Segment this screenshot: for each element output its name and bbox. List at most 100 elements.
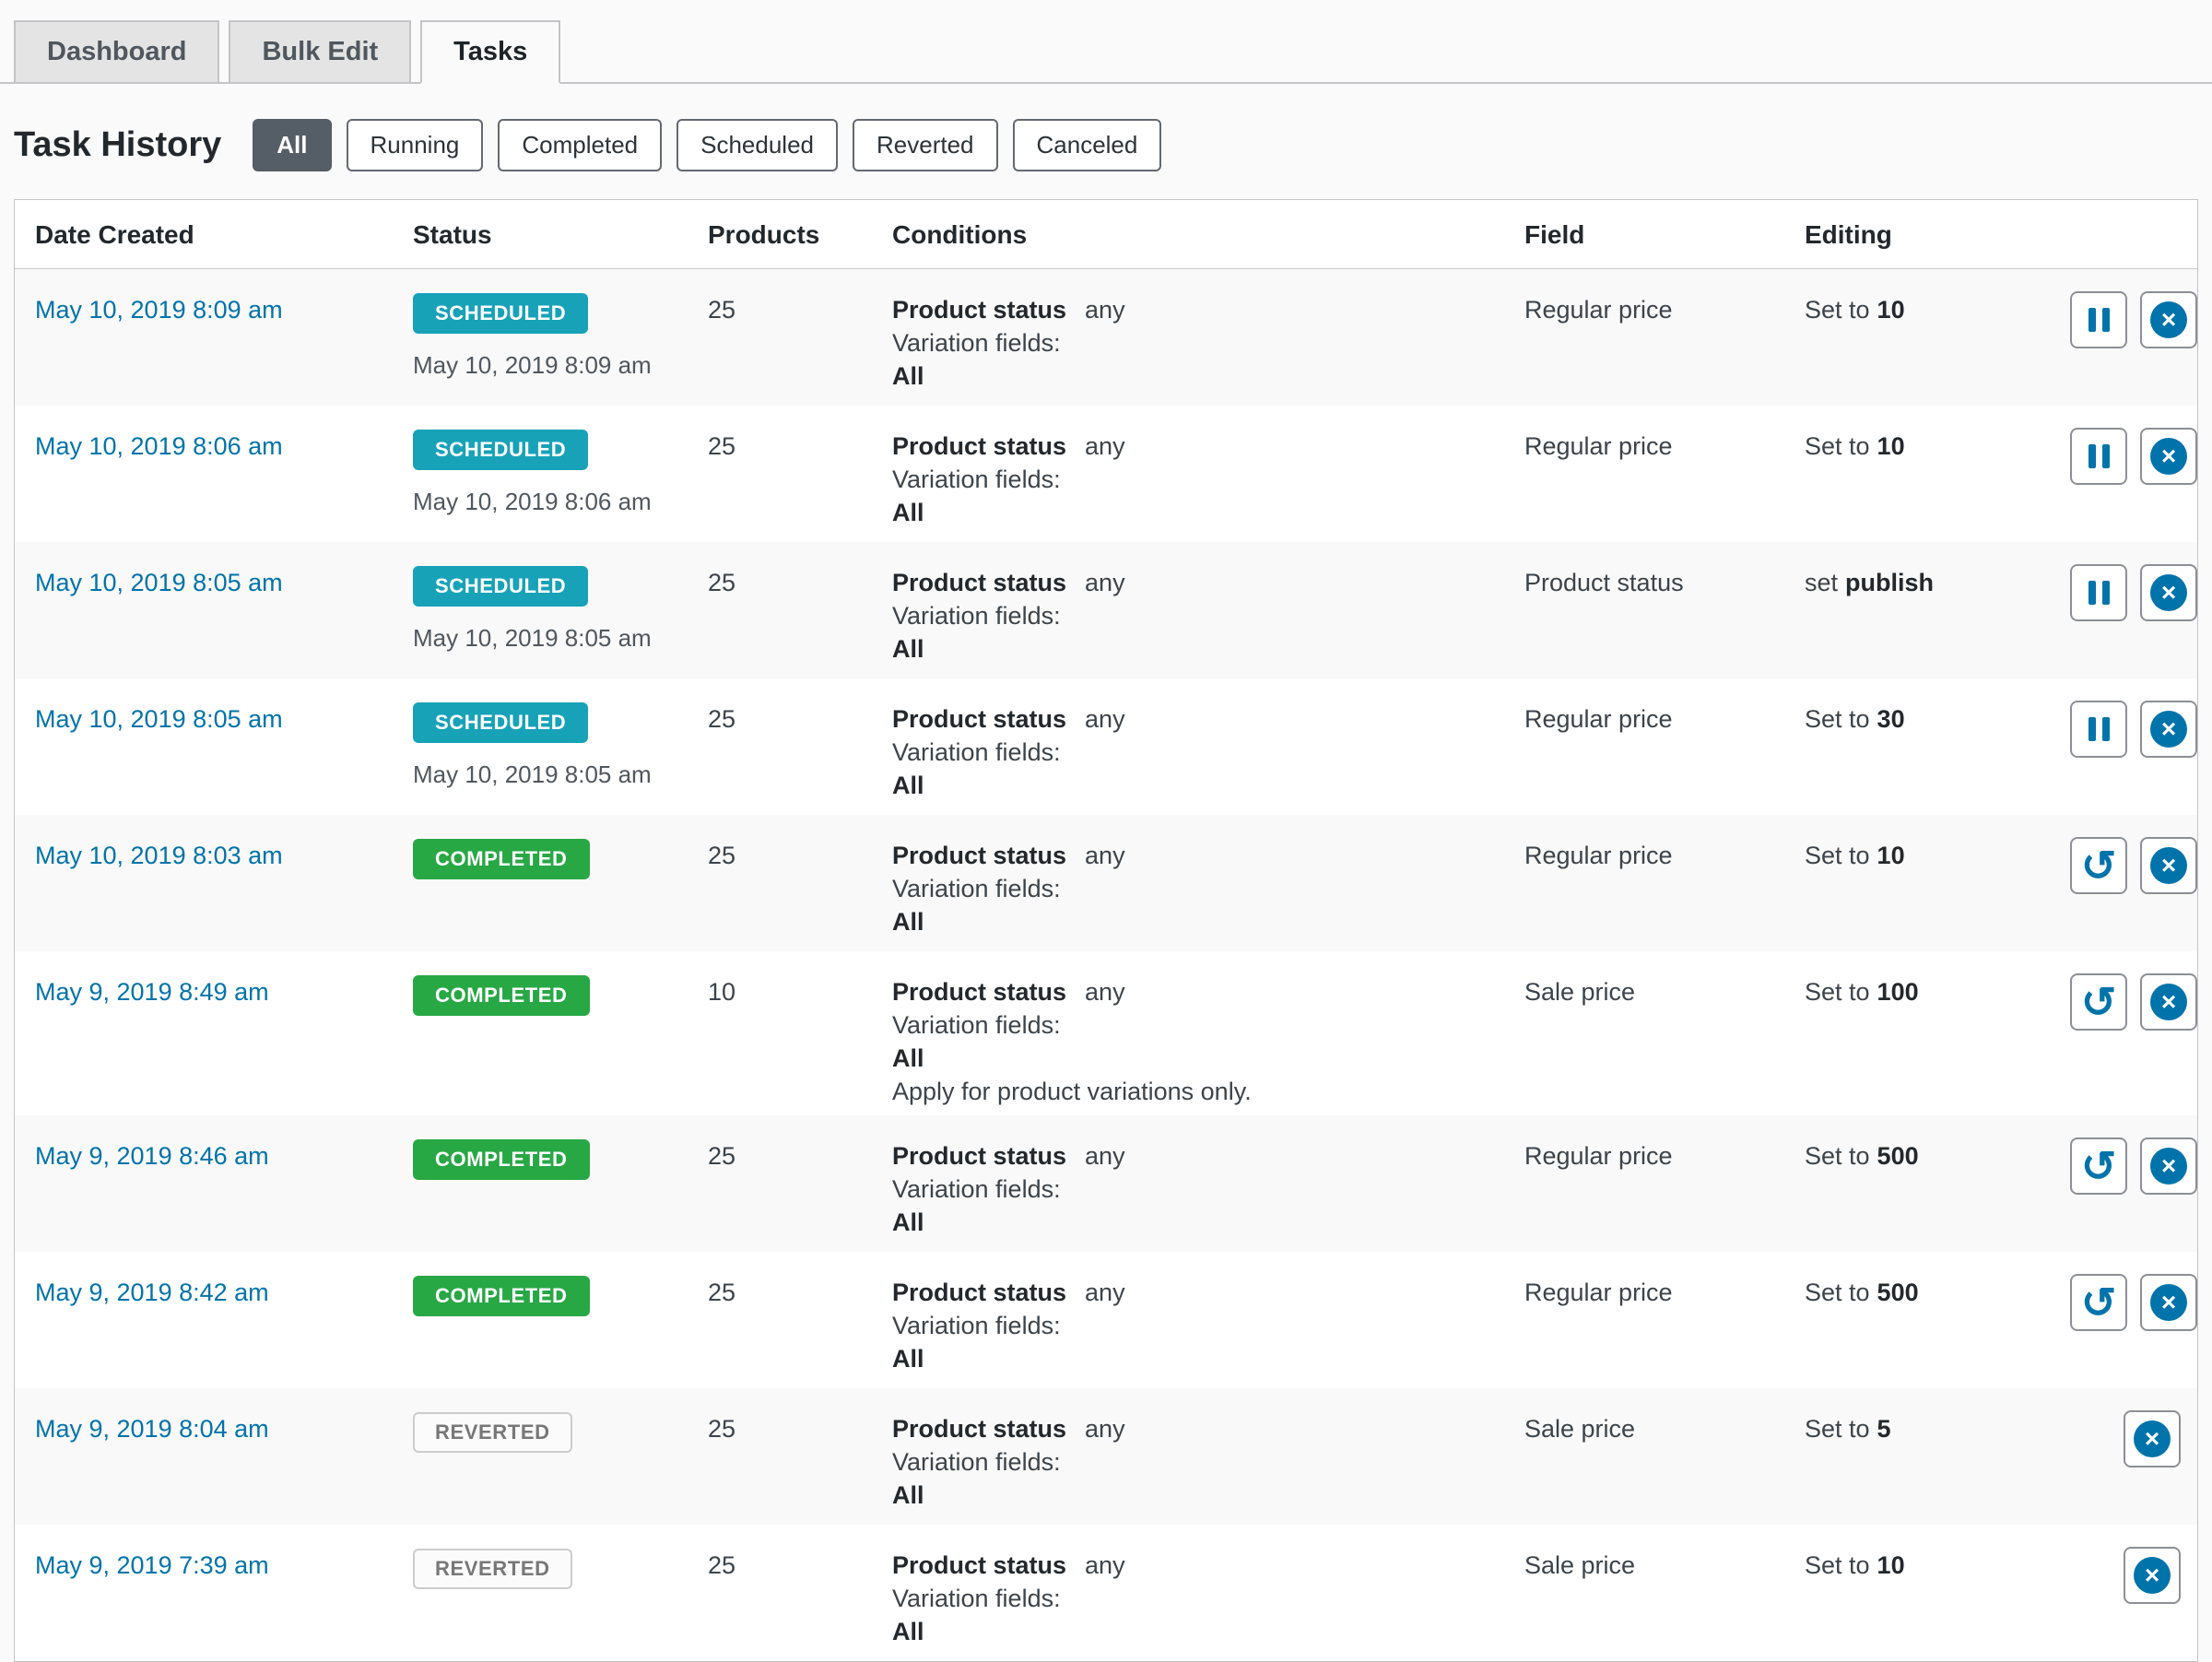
editing-cell: Set to 100 bbox=[1784, 951, 2070, 1016]
status-cell: SCHEDULED May 10, 2019 8:05 am bbox=[393, 542, 688, 662]
variation-fields-value: All bbox=[892, 772, 924, 799]
task-date-link[interactable]: May 10, 2019 8:05 am bbox=[35, 705, 283, 733]
revert-clock-icon: ↺ bbox=[2080, 1142, 2117, 1190]
variation-fields-label: Variation fields: bbox=[892, 1585, 1061, 1612]
task-date-link[interactable]: May 9, 2019 8:42 am bbox=[35, 1279, 269, 1306]
pause-button[interactable] bbox=[2070, 428, 2127, 485]
status-badge: REVERTED bbox=[413, 1549, 572, 1590]
condition-label: Product status bbox=[892, 705, 1067, 733]
cancel-circle-icon: × bbox=[2134, 1420, 2171, 1457]
editing-prefix: Set to bbox=[1805, 1415, 1870, 1443]
filter-reverted[interactable]: Reverted bbox=[853, 119, 998, 171]
pause-button[interactable] bbox=[2070, 701, 2127, 758]
cancel-circle-icon: × bbox=[2150, 711, 2187, 748]
task-row: May 10, 2019 8:05 am SCHEDULED May 10, 2… bbox=[15, 678, 2197, 815]
condition-label: Product status bbox=[892, 569, 1067, 596]
task-date-link[interactable]: May 9, 2019 7:39 am bbox=[35, 1551, 269, 1579]
filter-scheduled[interactable]: Scheduled bbox=[677, 119, 838, 171]
variation-fields-value: All bbox=[892, 908, 924, 936]
editing-value: 100 bbox=[1877, 978, 1919, 1006]
task-history-header: Task History All Running Completed Sched… bbox=[14, 119, 2198, 171]
products-cell: 25 bbox=[708, 1142, 736, 1170]
status-filters: All Running Completed Scheduled Reverted… bbox=[253, 119, 1162, 171]
cancel-button[interactable]: × bbox=[2140, 291, 2197, 348]
column-header-date-created: Date Created bbox=[35, 220, 194, 249]
tab-bar: Dashboard Bulk Edit Tasks bbox=[0, 0, 2212, 84]
cancel-button[interactable]: × bbox=[2140, 564, 2197, 621]
editing-prefix: set bbox=[1805, 569, 1839, 596]
date-created-cell: May 9, 2019 8:04 am bbox=[15, 1388, 393, 1453]
variation-fields-label: Variation fields: bbox=[892, 602, 1061, 630]
status-cell: REVERTED bbox=[393, 1525, 688, 1597]
revert-button[interactable]: ↺ bbox=[2070, 837, 2127, 894]
pause-button[interactable] bbox=[2070, 291, 2127, 348]
condition-value: any bbox=[1085, 1551, 1125, 1579]
variation-fields-value: All bbox=[892, 1345, 924, 1373]
revert-button[interactable]: ↺ bbox=[2070, 1274, 2127, 1331]
cancel-button[interactable]: × bbox=[2124, 1410, 2181, 1468]
editing-value: 500 bbox=[1877, 1142, 1919, 1170]
task-date-link[interactable]: May 10, 2019 8:05 am bbox=[35, 569, 283, 596]
condition-line: Product status any bbox=[892, 430, 1495, 463]
condition-value: any bbox=[1085, 432, 1125, 460]
variation-fields-label: Variation fields: bbox=[892, 1175, 1061, 1203]
cancel-button[interactable]: × bbox=[2140, 1137, 2197, 1195]
conditions-cell: Product status any Variation fields: All bbox=[872, 542, 1504, 673]
variation-fields-label: Variation fields: bbox=[892, 1011, 1061, 1039]
cancel-button[interactable]: × bbox=[2140, 701, 2197, 758]
condition-label: Product status bbox=[892, 1551, 1067, 1579]
field-cell: Regular price bbox=[1524, 1142, 1673, 1170]
variation-fields-label: Variation fields: bbox=[892, 329, 1061, 357]
task-date-link[interactable]: May 10, 2019 8:06 am bbox=[35, 432, 283, 460]
filter-running[interactable]: Running bbox=[346, 119, 484, 171]
editing-value: 30 bbox=[1877, 705, 1905, 733]
table-header-row: Date Created Status Products Conditions … bbox=[15, 200, 2197, 269]
field-cell: Sale price bbox=[1524, 1551, 1636, 1579]
status-cell: SCHEDULED May 10, 2019 8:05 am bbox=[393, 678, 688, 798]
status-badge: REVERTED bbox=[413, 1412, 572, 1454]
column-header-actions bbox=[2070, 200, 2197, 239]
variation-fields-label: Variation fields: bbox=[892, 1448, 1061, 1476]
tab-bulk-edit[interactable]: Bulk Edit bbox=[229, 20, 412, 84]
status-badge: COMPLETED bbox=[413, 839, 590, 880]
revert-button[interactable]: ↺ bbox=[2070, 973, 2127, 1031]
task-date-link[interactable]: May 9, 2019 8:49 am bbox=[35, 978, 269, 1006]
date-created-cell: May 10, 2019 8:05 am bbox=[15, 678, 393, 743]
task-date-link[interactable]: May 10, 2019 8:09 am bbox=[35, 296, 283, 324]
pause-button[interactable] bbox=[2070, 564, 2127, 621]
status-cell: REVERTED bbox=[393, 1388, 688, 1460]
field-cell: Sale price bbox=[1524, 1415, 1636, 1443]
status-cell: SCHEDULED May 10, 2019 8:06 am bbox=[393, 406, 688, 525]
editing-value: 10 bbox=[1877, 296, 1905, 324]
editing-cell: Set to 10 bbox=[1784, 406, 2070, 470]
task-date-link[interactable]: May 9, 2019 8:04 am bbox=[35, 1415, 269, 1443]
row-actions: ↺ × bbox=[2070, 1115, 2212, 1195]
editing-cell: Set to 30 bbox=[1784, 678, 2070, 743]
date-created-cell: May 9, 2019 8:46 am bbox=[15, 1115, 393, 1180]
tab-dashboard[interactable]: Dashboard bbox=[14, 20, 220, 84]
date-created-cell: May 9, 2019 8:42 am bbox=[15, 1252, 393, 1316]
conditions-cell: Product status any Variation fields: All bbox=[872, 815, 1504, 946]
status-badge: SCHEDULED bbox=[413, 702, 589, 744]
cancel-button[interactable]: × bbox=[2140, 428, 2197, 485]
filter-canceled[interactable]: Canceled bbox=[1012, 119, 1162, 171]
cancel-button[interactable]: × bbox=[2140, 1274, 2197, 1331]
conditions-note: Apply for product variations only. bbox=[892, 1078, 1252, 1105]
conditions-cell: Product status any Variation fields: All bbox=[872, 269, 1504, 400]
tab-tasks[interactable]: Tasks bbox=[420, 20, 561, 84]
pause-icon bbox=[2088, 717, 2110, 741]
conditions-cell: Product status any Variation fields: All bbox=[872, 1525, 1504, 1656]
cancel-button[interactable]: × bbox=[2140, 973, 2197, 1031]
cancel-button[interactable]: × bbox=[2124, 1547, 2181, 1604]
row-actions: × bbox=[2070, 1525, 2197, 1604]
condition-label: Product status bbox=[892, 432, 1067, 460]
editing-prefix: Set to bbox=[1805, 978, 1870, 1006]
row-actions: ↺ × bbox=[2070, 815, 2212, 894]
filter-completed[interactable]: Completed bbox=[498, 119, 663, 171]
task-date-link[interactable]: May 10, 2019 8:03 am bbox=[35, 842, 283, 869]
filter-all[interactable]: All bbox=[253, 119, 332, 171]
revert-button[interactable]: ↺ bbox=[2070, 1137, 2127, 1195]
cancel-button[interactable]: × bbox=[2140, 837, 2197, 894]
task-date-link[interactable]: May 9, 2019 8:46 am bbox=[35, 1142, 269, 1170]
condition-line: Product status any bbox=[892, 1412, 1495, 1445]
